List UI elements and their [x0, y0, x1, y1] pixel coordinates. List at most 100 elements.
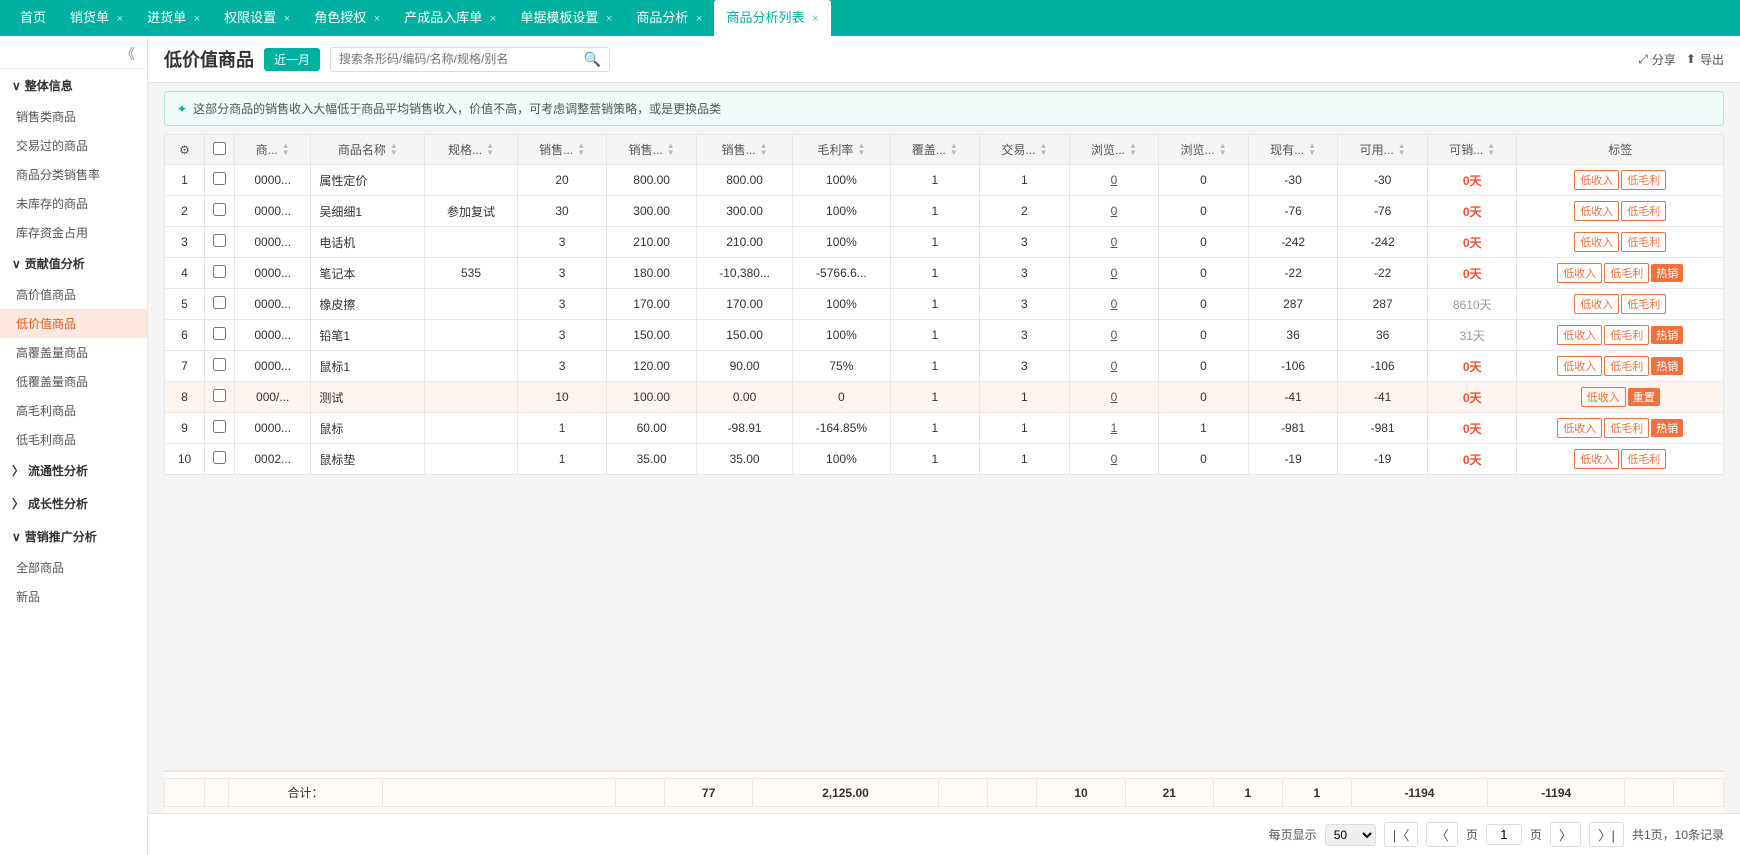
- sort-icon[interactable]: ▲▼: [1308, 143, 1316, 156]
- close-icon[interactable]: ×: [117, 13, 123, 25]
- row-checkbox-cell[interactable]: [205, 196, 235, 227]
- close-icon[interactable]: ×: [812, 13, 818, 25]
- nav-product-storage[interactable]: 产成品入库单 ×: [392, 0, 508, 36]
- search-icon[interactable]: 🔍: [584, 51, 601, 68]
- col-name[interactable]: 商品名称▲▼: [311, 135, 425, 165]
- browse-link[interactable]: 1: [1111, 421, 1118, 435]
- col-browse1[interactable]: 浏览...▲▼: [1069, 135, 1159, 165]
- row-checkbox[interactable]: [213, 389, 226, 402]
- sidebar-item-high-coverage[interactable]: 高覆盖量商品: [0, 338, 147, 367]
- row-browse1[interactable]: 0: [1069, 320, 1159, 351]
- sidebar-item-high-value[interactable]: 高价值商品: [0, 280, 147, 309]
- row-browse1[interactable]: 0: [1069, 258, 1159, 289]
- row-checkbox[interactable]: [213, 265, 226, 278]
- nav-permissions[interactable]: 权限设置 ×: [212, 0, 302, 36]
- sort-icon[interactable]: ▲▼: [577, 143, 585, 156]
- per-page-select[interactable]: 50 100: [1325, 824, 1376, 846]
- sidebar-group-marketing-title[interactable]: ∨ 营销推广分析: [0, 520, 147, 553]
- col-coverage[interactable]: 覆盖...▲▼: [890, 135, 980, 165]
- col-trade[interactable]: 交易...▲▼: [980, 135, 1070, 165]
- sidebar-item-low-value[interactable]: 低价值商品: [0, 309, 147, 338]
- row-checkbox[interactable]: [213, 451, 226, 464]
- sort-icon[interactable]: ▲▼: [667, 143, 675, 156]
- nav-sales-order[interactable]: 销货单 ×: [58, 0, 135, 36]
- sort-icon[interactable]: ▲▼: [760, 143, 768, 156]
- last-page-button[interactable]: 〉|: [1589, 822, 1624, 847]
- col-browse2[interactable]: 浏览...▲▼: [1159, 135, 1249, 165]
- col-spec[interactable]: 规格...▲▼: [425, 135, 518, 165]
- row-checkbox[interactable]: [213, 358, 226, 371]
- row-checkbox[interactable]: [213, 420, 226, 433]
- prev-page-button[interactable]: 〈: [1426, 822, 1457, 847]
- sort-icon[interactable]: ▲▼: [282, 143, 290, 156]
- close-icon[interactable]: ×: [490, 13, 496, 25]
- search-input[interactable]: [339, 52, 584, 66]
- sidebar-group-contribution-title[interactable]: ∨ 贡献值分析: [0, 247, 147, 280]
- nav-role-auth[interactable]: 角色授权 ×: [302, 0, 392, 36]
- close-icon[interactable]: ×: [284, 13, 290, 25]
- sidebar-item-low-margin[interactable]: 低毛利商品: [0, 425, 147, 454]
- sidebar-item-stock-capital[interactable]: 库存资金占用: [0, 218, 147, 247]
- col-sale-profit[interactable]: 销售...▲▼: [696, 135, 792, 165]
- settings-col-header[interactable]: ⚙: [165, 135, 205, 165]
- sort-icon[interactable]: ▲▼: [857, 143, 865, 156]
- sidebar-item-new-products[interactable]: 新品: [0, 582, 147, 611]
- nav-purchase-order[interactable]: 进货单 ×: [135, 0, 212, 36]
- row-browse1[interactable]: 0: [1069, 289, 1159, 320]
- settings-icon[interactable]: ⚙: [179, 143, 190, 157]
- sort-icon[interactable]: ▲▼: [390, 143, 398, 156]
- select-all-checkbox[interactable]: [213, 142, 226, 155]
- col-code[interactable]: 商...▲▼: [235, 135, 311, 165]
- sidebar-group-circulation-title[interactable]: 〉 流通性分析: [0, 454, 147, 487]
- row-checkbox-cell[interactable]: [205, 444, 235, 475]
- sidebar-group-overall-title[interactable]: ∨ 整体信息: [0, 69, 147, 102]
- sidebar-item-category-sales-rate[interactable]: 商品分类销售率: [0, 160, 147, 189]
- browse-link[interactable]: 0: [1111, 235, 1118, 249]
- sort-icon[interactable]: ▲▼: [950, 143, 958, 156]
- row-checkbox-cell[interactable]: [205, 258, 235, 289]
- browse-link[interactable]: 0: [1111, 297, 1118, 311]
- page-number-input[interactable]: [1486, 824, 1522, 845]
- browse-link[interactable]: 0: [1111, 204, 1118, 218]
- row-browse1[interactable]: 0: [1069, 165, 1159, 196]
- close-icon[interactable]: ×: [606, 13, 612, 25]
- row-browse1[interactable]: 0: [1069, 351, 1159, 382]
- nav-product-analysis[interactable]: 商品分析 ×: [624, 0, 714, 36]
- nav-product-analysis-list[interactable]: 商品分析列表 ×: [714, 0, 830, 36]
- sidebar-item-low-coverage[interactable]: 低覆盖量商品: [0, 367, 147, 396]
- nav-home[interactable]: 首页: [8, 0, 58, 36]
- row-checkbox-cell[interactable]: [205, 165, 235, 196]
- checkbox-col-header[interactable]: [205, 135, 235, 165]
- browse-link[interactable]: 0: [1111, 359, 1118, 373]
- sort-icon[interactable]: ▲▼: [1398, 143, 1406, 156]
- row-checkbox[interactable]: [213, 327, 226, 340]
- col-gross-rate[interactable]: 毛利率▲▼: [793, 135, 890, 165]
- row-browse1[interactable]: 0: [1069, 196, 1159, 227]
- col-sale-qty[interactable]: 销售...▲▼: [517, 135, 607, 165]
- sidebar-item-traded-products[interactable]: 交易过的商品: [0, 131, 147, 160]
- row-checkbox-cell[interactable]: [205, 320, 235, 351]
- sidebar-item-no-stock[interactable]: 未库存的商品: [0, 189, 147, 218]
- time-filter-button[interactable]: 近一月: [264, 48, 320, 71]
- sidebar-item-all-products[interactable]: 全部商品: [0, 553, 147, 582]
- sort-icon[interactable]: ▲▼: [1129, 143, 1137, 156]
- close-icon[interactable]: ×: [696, 13, 702, 25]
- col-sellable[interactable]: 可销...▲▼: [1427, 135, 1517, 165]
- row-checkbox-cell[interactable]: [205, 289, 235, 320]
- col-current[interactable]: 现有...▲▼: [1248, 135, 1338, 165]
- row-checkbox-cell[interactable]: [205, 413, 235, 444]
- browse-link[interactable]: 0: [1111, 328, 1118, 342]
- row-checkbox[interactable]: [213, 172, 226, 185]
- sidebar-group-growth-title[interactable]: 〉 成长性分析: [0, 487, 147, 520]
- browse-link[interactable]: 0: [1111, 173, 1118, 187]
- sidebar-item-sales-products[interactable]: 销售类商品: [0, 102, 147, 131]
- share-button[interactable]: ⤢ 分享: [1638, 51, 1676, 68]
- row-checkbox[interactable]: [213, 234, 226, 247]
- nav-template-settings[interactable]: 单据模板设置 ×: [508, 0, 624, 36]
- col-sale-amount[interactable]: 销售...▲▼: [607, 135, 697, 165]
- row-checkbox-cell[interactable]: [205, 227, 235, 258]
- row-checkbox[interactable]: [213, 296, 226, 309]
- sort-icon[interactable]: ▲▼: [1039, 143, 1047, 156]
- row-browse1[interactable]: 1: [1069, 413, 1159, 444]
- first-page-button[interactable]: |〈: [1384, 822, 1419, 847]
